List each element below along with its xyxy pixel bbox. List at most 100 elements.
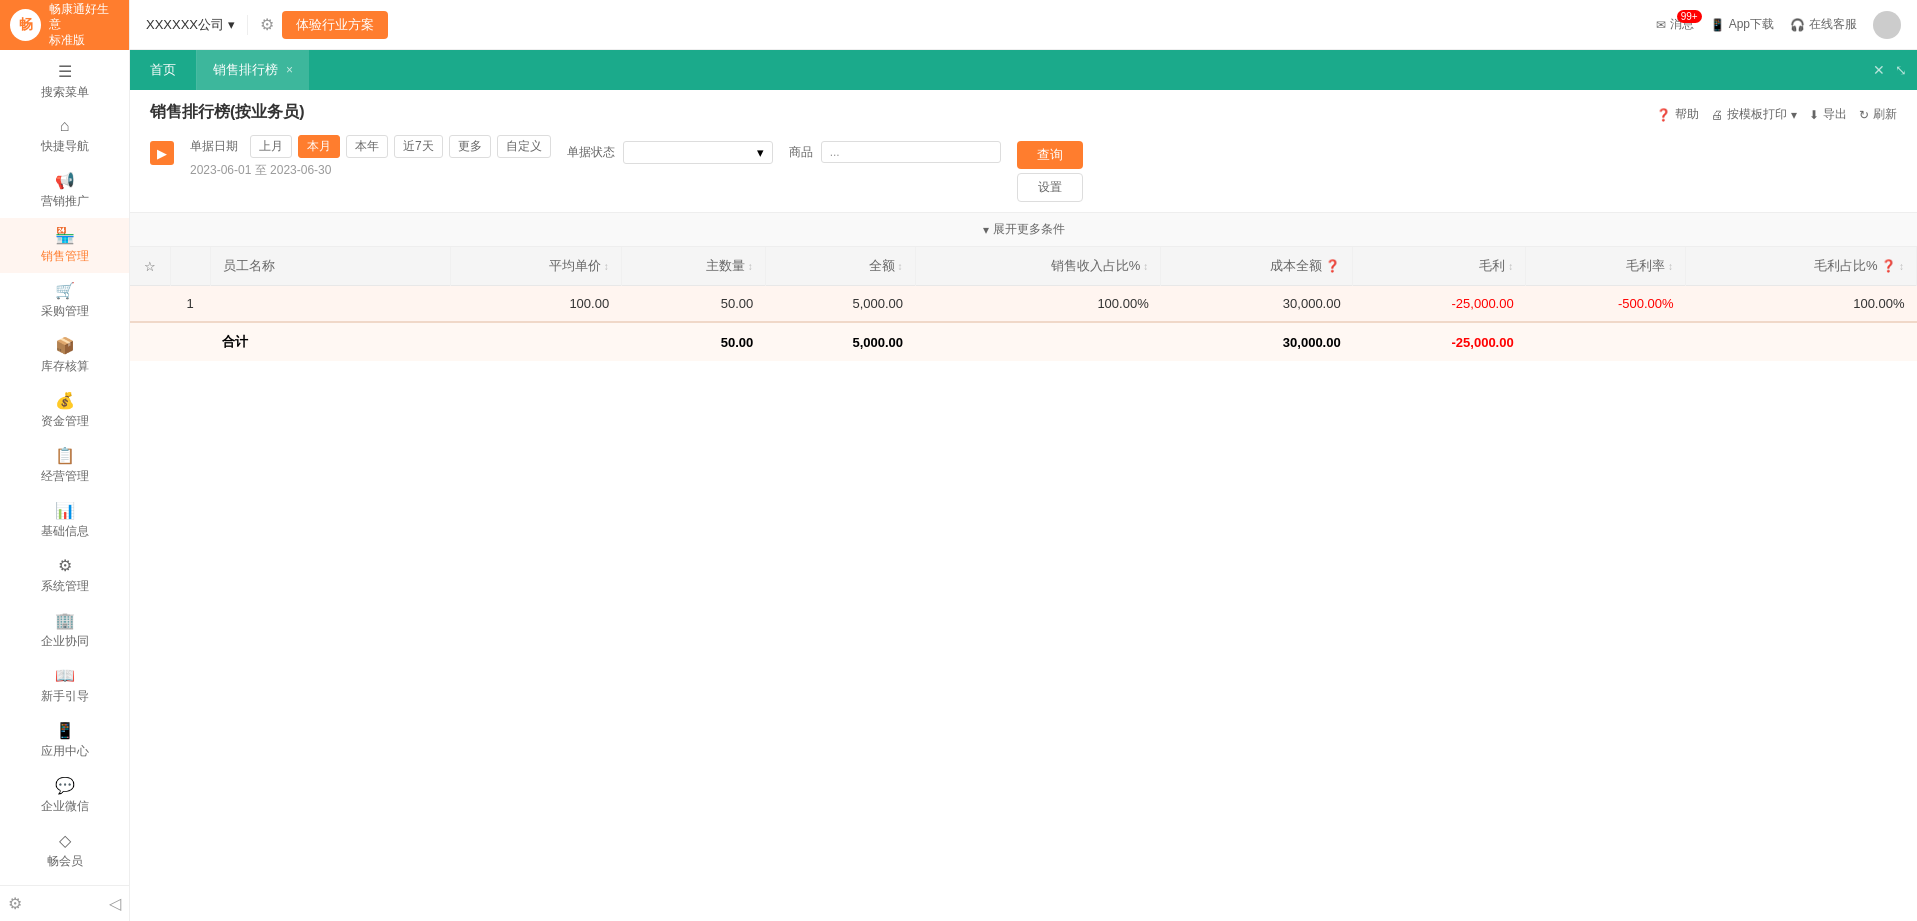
settings-button[interactable]: 设置 (1017, 173, 1083, 202)
date-btn-this-month[interactable]: 本月 (298, 135, 340, 158)
query-button[interactable]: 查询 (1017, 141, 1083, 169)
date-btn-custom[interactable]: 自定义 (497, 135, 551, 158)
sidebar-item-basic[interactable]: 📊 基础信息 (0, 493, 129, 548)
sidebar-footer: ⚙ ◁ (0, 885, 129, 921)
refresh-button[interactable]: ↻ 刷新 (1859, 106, 1897, 123)
tab-maximize-icon[interactable]: ⤡ (1895, 62, 1907, 78)
cell-gross-rate: -500.00% (1526, 286, 1686, 323)
col-cost: 成本全额 ❓ (1161, 247, 1353, 286)
printer-icon: 🖨 (1711, 108, 1723, 122)
sidebar-item-operation[interactable]: 📋 经营管理 (0, 438, 129, 493)
col-star: ☆ (130, 247, 170, 286)
print-button[interactable]: 🖨 按模板打印 ▾ (1711, 106, 1797, 123)
cell-index: 1 (170, 286, 210, 323)
cell-sales-pct: 100.00% (915, 286, 1161, 323)
col-name: 员工名称 (210, 247, 451, 286)
marketing-icon: 📢 (55, 171, 75, 190)
refresh-icon: ↻ (1859, 108, 1869, 122)
sidebar-item-finance[interactable]: 💰 资金管理 (0, 383, 129, 438)
cell-qty: 50.00 (621, 286, 765, 323)
avatar[interactable] (1873, 11, 1901, 39)
col-gross-pct[interactable]: 毛利占比% ❓ (1686, 247, 1917, 286)
company-name: XXXXXX公司 (146, 16, 224, 34)
cell-name (210, 286, 451, 323)
expand-filters-button[interactable]: ▾ 展开更多条件 (983, 221, 1065, 238)
operation-icon: 📋 (55, 446, 75, 465)
filter-collapse-button[interactable]: ▶ (150, 141, 174, 165)
sidebar-item-apps[interactable]: 📱 应用中心 (0, 713, 129, 768)
tab-home[interactable]: 首页 (130, 50, 197, 90)
col-amount[interactable]: 全额 (765, 247, 915, 286)
apps-icon: 📱 (55, 721, 75, 740)
tab-close-button[interactable]: × (286, 63, 293, 77)
sidebar: 畅 畅康通好生意 标准版 ☰ 搜索菜单 ⌂ 快捷导航 📢 营销推广 🏪 销售管理… (0, 0, 130, 921)
cost-help-icon[interactable]: ❓ (1325, 259, 1340, 273)
sidebar-item-system[interactable]: ⚙ 系统管理 (0, 548, 129, 603)
date-range-display: 2023-06-01 至 2023-06-30 (190, 162, 551, 179)
online-service-button[interactable]: 🎧 在线客服 (1790, 16, 1857, 33)
sidebar-item-wechat[interactable]: 💬 企业微信 (0, 768, 129, 823)
tab-sales-ranking[interactable]: 销售排行榜 × (197, 50, 309, 90)
sidebar-item-inventory[interactable]: 📦 库存核算 (0, 328, 129, 383)
system-icon: ⚙ (58, 556, 72, 575)
trial-button[interactable]: 体验行业方案 (282, 11, 388, 39)
col-index (170, 247, 210, 286)
main-area: XXXXXX公司 ▾ ⚙ 体验行业方案 ✉ 消息 99+ 📱 App下载 🎧 在… (130, 0, 1917, 921)
footer-avg-price (451, 322, 621, 361)
home-icon: ⌂ (60, 117, 70, 135)
finance-icon: 💰 (55, 391, 75, 410)
page-title: 销售排行榜(按业务员) (150, 102, 305, 123)
goods-filter-label: 商品 (789, 144, 813, 161)
topbar: XXXXXX公司 ▾ ⚙ 体验行业方案 ✉ 消息 99+ 📱 App下载 🎧 在… (130, 0, 1917, 50)
sidebar-item-quicknav[interactable]: ⌂ 快捷导航 (0, 109, 129, 163)
sidebar-item-sales[interactable]: 🏪 销售管理 (0, 218, 129, 273)
sidebar-item-enterprise[interactable]: 🏢 企业协同 (0, 603, 129, 658)
sidebar-item-member[interactable]: ◇ 畅会员 (0, 823, 129, 878)
export-button[interactable]: ⬇ 导出 (1809, 106, 1847, 123)
date-btn-this-year[interactable]: 本年 (346, 135, 388, 158)
goods-input[interactable]: ... (821, 141, 1001, 163)
company-selector[interactable]: XXXXXX公司 ▾ (146, 16, 235, 34)
wechat-icon: 💬 (55, 776, 75, 795)
tab-close-window-icon[interactable]: ✕ (1873, 62, 1885, 78)
status-select[interactable]: ▾ (623, 141, 773, 164)
col-gross[interactable]: 毛利 (1353, 247, 1526, 286)
sidebar-item-marketing[interactable]: 📢 营销推广 (0, 163, 129, 218)
ranking-table: ☆ 员工名称 平均单价 主数量 全额 销售收入占比% 成本全额 ❓ 毛利 毛利率… (130, 247, 1917, 361)
date-btn-7days[interactable]: 近7天 (394, 135, 443, 158)
date-filter-label: 单据日期 (190, 138, 238, 155)
settings-icon[interactable]: ⚙ (260, 15, 274, 34)
footer-cost: 30,000.00 (1161, 322, 1353, 361)
table-container: ☆ 员工名称 平均单价 主数量 全额 销售收入占比% 成本全额 ❓ 毛利 毛利率… (130, 247, 1917, 921)
question-icon: ❓ (1656, 108, 1671, 122)
col-qty[interactable]: 主数量 (621, 247, 765, 286)
date-btn-more[interactable]: 更多 (449, 135, 491, 158)
basic-icon: 📊 (55, 501, 75, 520)
footer-star (130, 322, 170, 361)
sidebar-settings-button[interactable]: ⚙ (8, 894, 22, 913)
footer-gross-rate (1526, 322, 1686, 361)
sidebar-item-guide[interactable]: 📖 新手引导 (0, 658, 129, 713)
status-chevron-icon: ▾ (757, 145, 764, 160)
message-button[interactable]: ✉ 消息 99+ (1656, 16, 1694, 33)
footer-amount: 5,000.00 (765, 322, 915, 361)
col-gross-rate[interactable]: 毛利率 (1526, 247, 1686, 286)
topbar-separator (247, 15, 248, 35)
sidebar-item-purchase[interactable]: 🛒 采购管理 (0, 273, 129, 328)
help-button[interactable]: ❓ 帮助 (1656, 106, 1699, 123)
message-icon: ✉ (1656, 18, 1666, 32)
gross-pct-help-icon[interactable]: ❓ (1881, 259, 1896, 273)
export-icon: ⬇ (1809, 108, 1819, 122)
print-chevron-icon: ▾ (1791, 108, 1797, 122)
content: 销售排行榜(按业务员) ❓ 帮助 🖨 按模板打印 ▾ ⬇ 导出 (130, 90, 1917, 921)
date-options: 上月 本月 本年 近7天 更多 自定义 (250, 135, 551, 158)
page-header: 销售排行榜(按业务员) ❓ 帮助 🖨 按模板打印 ▾ ⬇ 导出 (130, 90, 1917, 247)
sidebar-item-search[interactable]: ☰ 搜索菜单 (0, 54, 129, 109)
purchase-icon: 🛒 (55, 281, 75, 300)
app-download-button[interactable]: 📱 App下载 (1710, 16, 1774, 33)
logo: 畅 畅康通好生意 标准版 (0, 0, 129, 50)
col-sales-pct[interactable]: 销售收入占比% (915, 247, 1161, 286)
sidebar-collapse-button[interactable]: ◁ (109, 894, 121, 913)
col-avg-price[interactable]: 平均单价 (451, 247, 621, 286)
date-btn-last-month[interactable]: 上月 (250, 135, 292, 158)
